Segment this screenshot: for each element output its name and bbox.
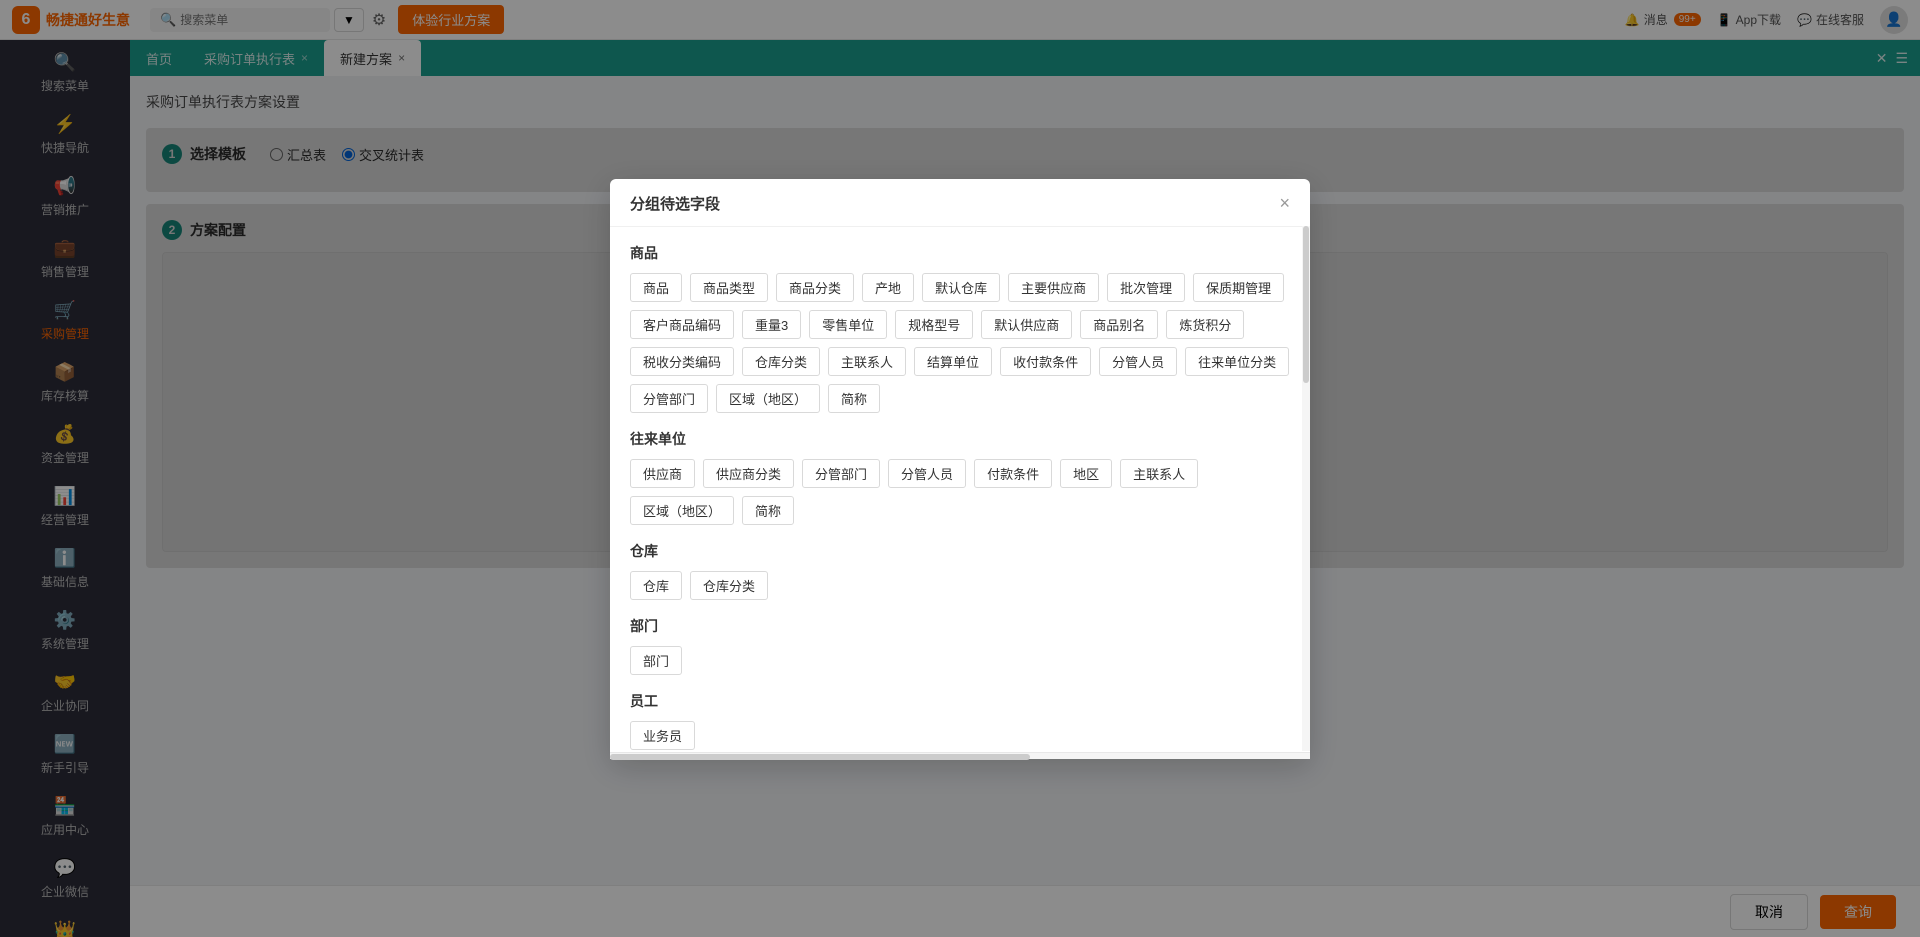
field-chips-goods: 商品 商品类型 商品分类 产地 默认仓库 主要供应商 批次管理 保质期管理 客户…	[630, 273, 1290, 413]
chip-goods-0[interactable]: 商品	[630, 273, 682, 302]
field-group-dept-title: 部门	[630, 616, 1290, 636]
field-group-dept: 部门 部门	[630, 616, 1290, 675]
chip-goods-23[interactable]: 区域（地区）	[716, 384, 820, 413]
chip-staff-0[interactable]: 业务员	[630, 721, 695, 750]
field-group-goods-title: 商品	[630, 243, 1290, 263]
chip-goods-22[interactable]: 分管部门	[630, 384, 708, 413]
modal-v-scrollbar-thumb	[1303, 226, 1309, 384]
field-group-partner-title: 往来单位	[630, 429, 1290, 449]
field-group-staff-title: 员工	[630, 691, 1290, 711]
chip-goods-15[interactable]: 税收分类编码	[630, 347, 734, 376]
chip-partner-8[interactable]: 简称	[742, 496, 794, 525]
chip-goods-9[interactable]: 重量3	[742, 310, 801, 339]
field-group-goods: 商品 商品 商品类型 商品分类 产地 默认仓库 主要供应商 批次管理 保质期管理…	[630, 243, 1290, 413]
modal-overlay: 分组待选字段 × 商品 商品 商品类型 商品分类 产地 默认仓库 主要供应商 批…	[0, 0, 1920, 937]
chip-goods-20[interactable]: 分管人员	[1099, 347, 1177, 376]
chip-goods-17[interactable]: 主联系人	[828, 347, 906, 376]
field-chips-warehouse: 仓库 仓库分类	[630, 571, 1290, 600]
chip-goods-21[interactable]: 往来单位分类	[1185, 347, 1289, 376]
modal-v-scrollbar[interactable]	[1302, 226, 1310, 751]
modal-title: 分组待选字段	[630, 193, 720, 214]
chip-goods-6[interactable]: 批次管理	[1107, 273, 1185, 302]
modal: 分组待选字段 × 商品 商品 商品类型 商品分类 产地 默认仓库 主要供应商 批…	[610, 179, 1310, 759]
chip-goods-18[interactable]: 结算单位	[914, 347, 992, 376]
chip-goods-16[interactable]: 仓库分类	[742, 347, 820, 376]
chip-warehouse-0[interactable]: 仓库	[630, 571, 682, 600]
field-chips-dept: 部门	[630, 646, 1290, 675]
modal-h-scrollbar[interactable]	[610, 752, 1310, 758]
chip-partner-0[interactable]: 供应商	[630, 459, 695, 488]
field-group-warehouse: 仓库 仓库 仓库分类	[630, 541, 1290, 600]
modal-h-scrollbar-thumb	[610, 754, 1030, 760]
field-group-warehouse-title: 仓库	[630, 541, 1290, 561]
chip-goods-2[interactable]: 商品分类	[776, 273, 854, 302]
chip-goods-4[interactable]: 默认仓库	[922, 273, 1000, 302]
modal-header: 分组待选字段 ×	[610, 179, 1310, 227]
chip-goods-13[interactable]: 商品别名	[1080, 310, 1158, 339]
chip-dept-0[interactable]: 部门	[630, 646, 682, 675]
chip-partner-6[interactable]: 主联系人	[1120, 459, 1198, 488]
modal-close-button[interactable]: ×	[1279, 194, 1290, 212]
chip-goods-11[interactable]: 规格型号	[895, 310, 973, 339]
chip-partner-4[interactable]: 付款条件	[974, 459, 1052, 488]
modal-body: 商品 商品 商品类型 商品分类 产地 默认仓库 主要供应商 批次管理 保质期管理…	[610, 227, 1310, 753]
field-chips-partner: 供应商 供应商分类 分管部门 分管人员 付款条件 地区 主联系人 区域（地区） …	[630, 459, 1290, 525]
chip-partner-1[interactable]: 供应商分类	[703, 459, 794, 488]
chip-goods-19[interactable]: 收付款条件	[1000, 347, 1091, 376]
chip-goods-5[interactable]: 主要供应商	[1008, 273, 1099, 302]
chip-partner-5[interactable]: 地区	[1060, 459, 1112, 488]
chip-goods-1[interactable]: 商品类型	[690, 273, 768, 302]
chip-warehouse-1[interactable]: 仓库分类	[690, 571, 768, 600]
chip-partner-3[interactable]: 分管人员	[888, 459, 966, 488]
chip-partner-2[interactable]: 分管部门	[802, 459, 880, 488]
field-group-staff: 员工 业务员	[630, 691, 1290, 750]
field-group-partner: 往来单位 供应商 供应商分类 分管部门 分管人员 付款条件 地区 主联系人 区域…	[630, 429, 1290, 525]
chip-goods-24[interactable]: 简称	[828, 384, 880, 413]
chip-partner-7[interactable]: 区域（地区）	[630, 496, 734, 525]
chip-goods-8[interactable]: 客户商品编码	[630, 310, 734, 339]
chip-goods-10[interactable]: 零售单位	[809, 310, 887, 339]
chip-goods-12[interactable]: 默认供应商	[981, 310, 1072, 339]
chip-goods-7[interactable]: 保质期管理	[1193, 273, 1284, 302]
chip-goods-3[interactable]: 产地	[862, 273, 914, 302]
field-chips-staff: 业务员	[630, 721, 1290, 750]
chip-goods-14[interactable]: 炼货积分	[1166, 310, 1244, 339]
